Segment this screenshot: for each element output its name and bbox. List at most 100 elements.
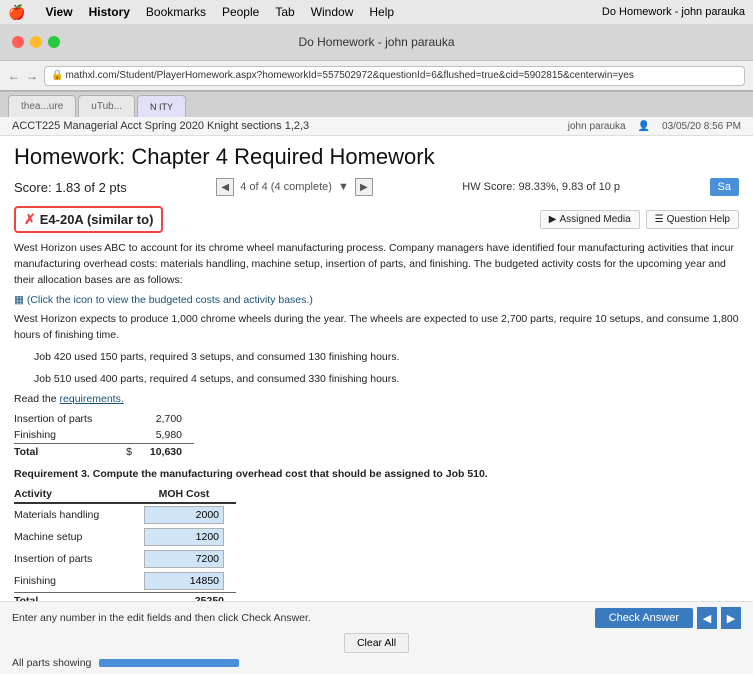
problem-text-2: West Horizon expects to produce 1,000 ch… xyxy=(14,312,739,344)
problem-header: ✗ E4-20A (similar to) ▶ Assigned Media ☰… xyxy=(14,206,739,233)
question-help-btn[interactable]: ☰ Question Help xyxy=(646,210,739,229)
moh-activity-label: Insertion of parts xyxy=(14,548,144,570)
tab-2[interactable]: uTub... xyxy=(78,95,135,117)
title-bar: Do Homework - john parauka xyxy=(0,24,753,60)
prev-answer-btn[interactable]: ◀ xyxy=(697,607,717,629)
bottom-bar: Enter any number in the edit fields and … xyxy=(0,601,753,674)
lock-icon: 🔒 xyxy=(51,70,63,81)
req-row-dollar xyxy=(114,411,134,427)
req-row-dollar xyxy=(114,427,134,444)
requirement-header: Requirement 3. Compute the manufacturing… xyxy=(14,468,739,480)
moh-input-3[interactable] xyxy=(144,572,224,590)
moh-input-0[interactable] xyxy=(144,506,224,524)
tab-bar: thea...ure uTub... N ITY xyxy=(0,91,753,117)
moh-activity-label: Machine setup xyxy=(14,526,144,548)
page-content: ACCT225 Managerial Acct Spring 2020 Knig… xyxy=(0,117,753,674)
hw-meta: Score: 1.83 of 2 pts ◀ 4 of 4 (4 complet… xyxy=(14,178,739,196)
req-row-label: Total xyxy=(14,444,114,461)
forward-icon[interactable]: → xyxy=(26,69,38,83)
main-content: Homework: Chapter 4 Required Homework Sc… xyxy=(0,136,753,667)
browser-chrome: Do Homework - john parauka ← → 🔒 mathxl.… xyxy=(0,24,753,91)
req-row-label: Insertion of parts xyxy=(14,411,114,427)
moh-input-2[interactable] xyxy=(144,550,224,568)
problem-text-1: West Horizon uses ABC to account for its… xyxy=(14,241,739,288)
req-table: Insertion of parts 2,700 Finishing 5,980… xyxy=(14,411,739,460)
minimize-button[interactable] xyxy=(30,36,42,48)
menu-help[interactable]: Help xyxy=(369,5,394,19)
browser-window-title: Do Homework - john parauka xyxy=(298,35,454,49)
moh-input-cell xyxy=(144,503,236,526)
mac-menubar: 🍎 View History Bookmarks People Tab Wind… xyxy=(0,0,753,24)
req-row-dollar: $ xyxy=(114,444,134,461)
course-title: ACCT225 Managerial Acct Spring 2020 Knig… xyxy=(12,120,309,132)
assigned-media-label: Assigned Media xyxy=(560,214,631,225)
moh-activity-label: Materials handling xyxy=(14,503,144,526)
hw-score-right: HW Score: 98.33%, 9.83 of 10 p xyxy=(462,181,620,193)
list-icon: ☰ xyxy=(655,214,664,225)
score-label: Score: xyxy=(14,180,52,195)
req-row-value: 5,980 xyxy=(134,427,194,444)
parts-bar: All parts showing xyxy=(12,657,741,669)
menu-view[interactable]: View xyxy=(45,5,72,19)
requirements-link[interactable]: requirements. xyxy=(60,393,124,405)
moh-input-1[interactable] xyxy=(144,528,224,546)
bottom-instruction: Enter any number in the edit fields and … xyxy=(12,612,311,624)
traffic-lights xyxy=(12,36,60,48)
media-icon: ▶ xyxy=(549,214,557,225)
user-info: john parauka 👤 03/05/20 8:56 PM xyxy=(568,121,741,132)
maximize-button[interactable] xyxy=(48,36,60,48)
check-answer-nav: Check Answer ◀ ▶ xyxy=(595,607,741,629)
close-button[interactable] xyxy=(12,36,24,48)
problem-id: E4-20A (similar to) xyxy=(40,212,154,227)
parts-progress xyxy=(99,659,239,667)
apple-menu[interactable]: 🍎 xyxy=(8,4,25,21)
save-button[interactable]: Sa xyxy=(710,178,739,196)
click-link[interactable]: ▦ (Click the icon to view the budgeted c… xyxy=(14,294,739,306)
problem-tools: ▶ Assigned Media ☰ Question Help xyxy=(540,210,739,229)
problem-icon: ✗ xyxy=(24,211,36,228)
menu-tab[interactable]: Tab xyxy=(275,5,294,19)
problem-id-badge: ✗ E4-20A (similar to) xyxy=(14,206,163,233)
tab-1[interactable]: thea...ure xyxy=(8,95,76,117)
moh-input-cell xyxy=(144,548,236,570)
score-value: 1.83 of 2 pts xyxy=(55,180,127,195)
next-question-btn[interactable]: ▶ xyxy=(355,178,373,196)
assigned-media-btn[interactable]: ▶ Assigned Media xyxy=(540,210,640,229)
moh-input-cell xyxy=(144,570,236,593)
next-answer-btn[interactable]: ▶ xyxy=(721,607,741,629)
req3-bold: Requirement 3. xyxy=(14,468,90,480)
nav-controls: ◀ 4 of 4 (4 complete) ▼ ▶ xyxy=(216,178,373,196)
moh-activity-label: Finishing xyxy=(14,570,144,593)
clear-all-btn[interactable]: Clear All xyxy=(344,633,409,653)
nav-label: 4 of 4 (4 complete) xyxy=(240,181,332,193)
question-help-label: Question Help xyxy=(667,214,730,225)
hw-title: Homework: Chapter 4 Required Homework xyxy=(14,144,739,170)
parts-label: All parts showing xyxy=(12,657,91,669)
url-text: mathxl.com/Student/PlayerHomework.aspx?h… xyxy=(65,70,633,81)
req-row-value: 10,630 xyxy=(134,444,194,461)
read-requirements: Read the requirements. xyxy=(14,393,739,405)
back-icon[interactable]: ← xyxy=(8,69,20,83)
problem-text-3: Job 420 used 150 parts, required 3 setup… xyxy=(14,350,739,366)
dropdown-icon[interactable]: ▼ xyxy=(338,181,349,193)
tab-active[interactable]: N ITY xyxy=(137,95,186,117)
score-info: Score: 1.83 of 2 pts xyxy=(14,180,127,195)
address-bar[interactable]: 🔒 mathxl.com/Student/PlayerHomework.aspx… xyxy=(44,66,745,86)
browser-title-center: Do Homework - john parauka xyxy=(602,6,745,18)
menu-people[interactable]: People xyxy=(222,5,259,19)
moh-cost-header: MOH Cost xyxy=(144,486,236,503)
date-time: 03/05/20 8:56 PM xyxy=(662,121,741,132)
bottom-bar-row1: Enter any number in the edit fields and … xyxy=(12,607,741,629)
moh-input-cell xyxy=(144,526,236,548)
menu-bookmarks[interactable]: Bookmarks xyxy=(146,5,206,19)
prev-question-btn[interactable]: ◀ xyxy=(216,178,234,196)
req-row-value: 2,700 xyxy=(134,411,194,427)
username: john parauka xyxy=(568,121,626,132)
req3-text: Compute the manufacturing overhead cost … xyxy=(93,468,488,480)
user-icon: 👤 xyxy=(638,121,650,132)
menu-window[interactable]: Window xyxy=(311,5,354,19)
problem-text-4: Job 510 used 400 parts, required 4 setup… xyxy=(14,372,739,388)
check-answer-btn[interactable]: Check Answer xyxy=(595,608,693,628)
moh-activity-header: Activity xyxy=(14,486,144,503)
menu-history[interactable]: History xyxy=(89,5,130,19)
